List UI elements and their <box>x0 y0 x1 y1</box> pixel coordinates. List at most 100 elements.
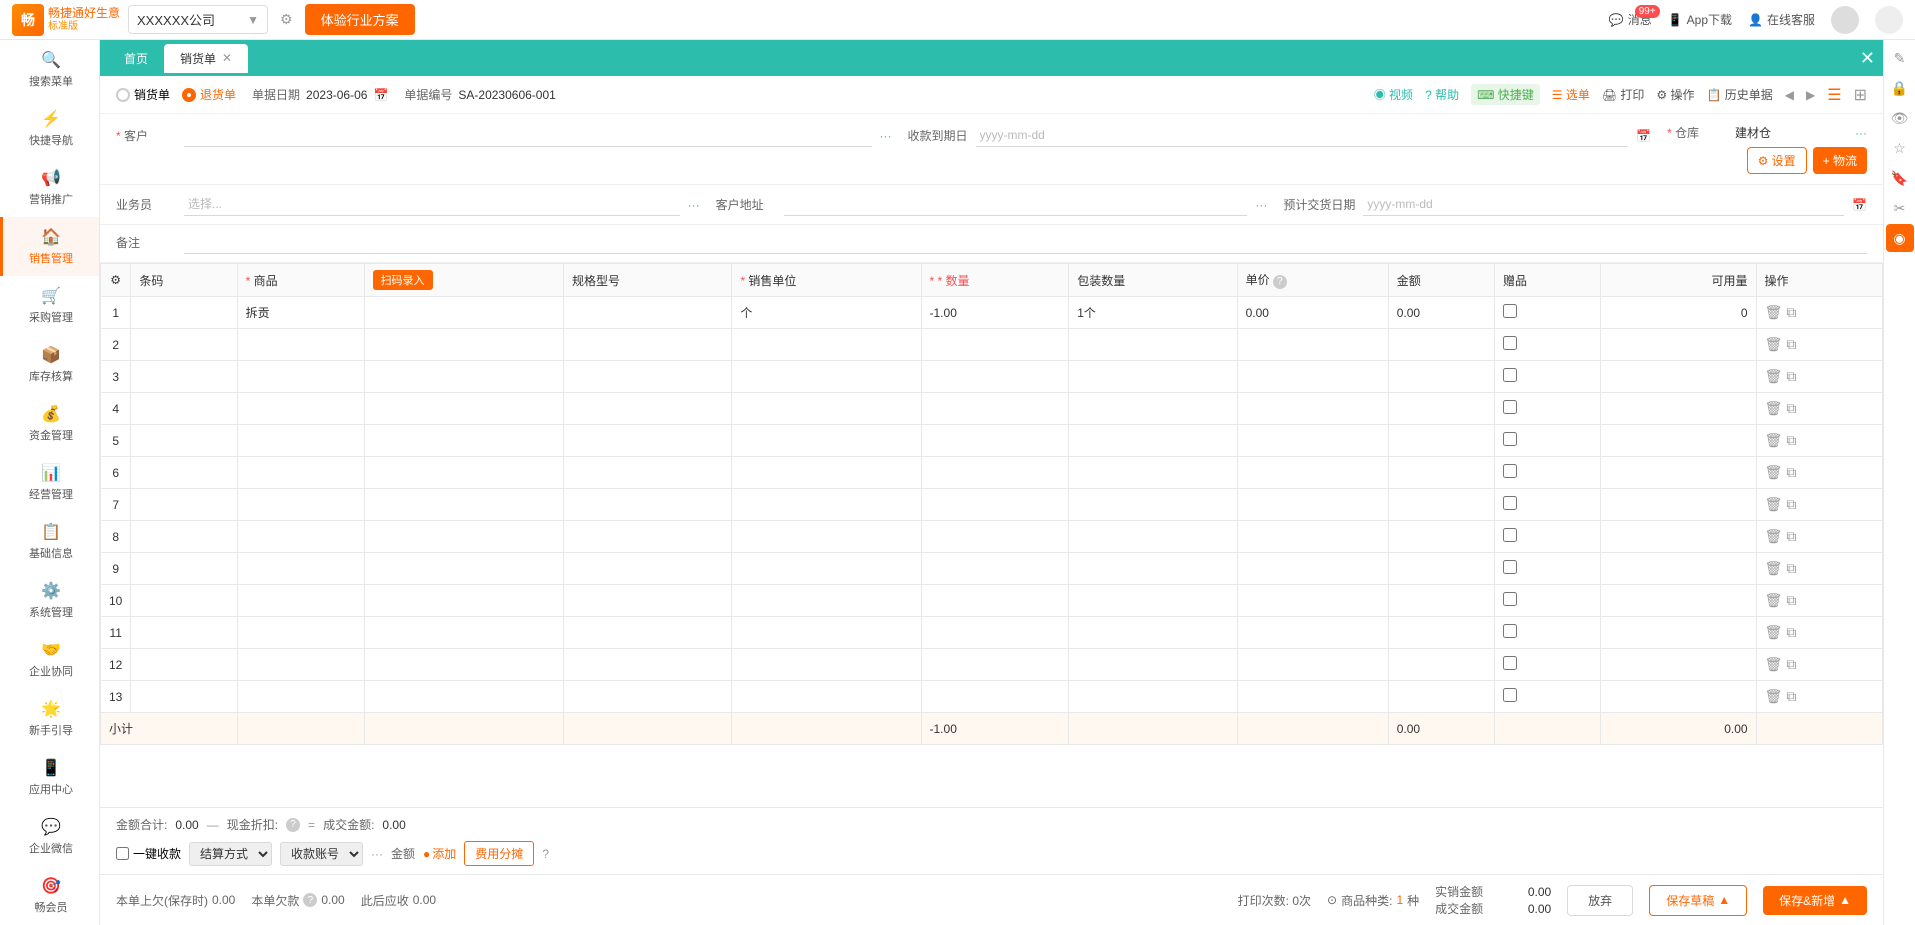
row-product[interactable] <box>237 617 364 649</box>
row-gift[interactable] <box>1494 297 1600 329</box>
expected-date-calendar-icon[interactable]: 📅 <box>1852 198 1867 212</box>
tab-close-icon[interactable]: ✕ <box>222 51 232 65</box>
row-product[interactable] <box>237 393 364 425</box>
row-amount[interactable] <box>1388 457 1494 489</box>
row-gift-checkbox[interactable] <box>1503 560 1517 574</box>
row-pkg-qty[interactable] <box>1069 681 1237 713</box>
row-price[interactable] <box>1237 425 1388 457</box>
row-amount[interactable] <box>1388 393 1494 425</box>
calc-method-select[interactable]: 结算方式 <box>189 842 272 866</box>
row-delete-button[interactable]: 🗑 <box>1765 400 1783 417</box>
row-delete-button[interactable]: 🗑 <box>1765 688 1783 705</box>
row-pkg-qty[interactable] <box>1069 617 1237 649</box>
row-copy-button[interactable]: ⧉ <box>1786 560 1796 577</box>
sidebar-item-system[interactable]: ⚙️ 系统管理 <box>0 571 99 630</box>
row-amount[interactable] <box>1388 585 1494 617</box>
sidebar-item-guide[interactable]: 🌟 新手引导 <box>0 689 99 748</box>
row-spec[interactable] <box>563 617 731 649</box>
row-copy-button[interactable]: ⧉ <box>1786 336 1796 353</box>
row-product[interactable] <box>237 457 364 489</box>
row-product[interactable] <box>237 361 364 393</box>
row-barcode[interactable] <box>131 329 237 361</box>
customer-addr-input[interactable] <box>784 193 1248 216</box>
row-copy-button[interactable]: ⧉ <box>1786 400 1796 417</box>
row-product[interactable] <box>237 329 364 361</box>
row-amount[interactable] <box>1388 617 1494 649</box>
row-price[interactable] <box>1237 489 1388 521</box>
row-pkg-qty[interactable] <box>1069 425 1237 457</box>
row-spec[interactable] <box>563 585 731 617</box>
due-date-calendar-icon[interactable]: 📅 <box>1636 129 1651 143</box>
discount-info-icon[interactable]: ? <box>286 818 300 832</box>
sidebar-item-inventory[interactable]: 📦 库存核算 <box>0 335 99 394</box>
row-delete-button[interactable]: 🗑 <box>1765 304 1783 321</box>
row-delete-button[interactable]: 🗑 <box>1765 368 1783 385</box>
row-quantity[interactable] <box>921 489 1069 521</box>
row-amount[interactable] <box>1388 681 1494 713</box>
row-unit[interactable] <box>732 521 921 553</box>
row-amount[interactable] <box>1388 361 1494 393</box>
row-unit[interactable] <box>732 553 921 585</box>
row-product[interactable] <box>237 521 364 553</box>
row-price[interactable] <box>1237 617 1388 649</box>
row-delete-button[interactable]: 🗑 <box>1765 560 1783 577</box>
save-button[interactable]: 保存&新增 ▲ <box>1763 886 1867 915</box>
view-list-icon[interactable]: ☰ <box>1827 85 1841 105</box>
row-gift[interactable] <box>1494 393 1600 425</box>
row-quantity[interactable] <box>921 521 1069 553</box>
row-barcode[interactable] <box>131 489 237 521</box>
row-gift[interactable] <box>1494 521 1600 553</box>
row-gift-checkbox[interactable] <box>1503 368 1517 382</box>
row-copy-button[interactable]: ⧉ <box>1786 624 1796 641</box>
row-spec[interactable] <box>563 553 731 585</box>
row-delete-button[interactable]: 🗑 <box>1765 592 1783 609</box>
row-gift[interactable] <box>1494 425 1600 457</box>
sidebar-item-apps[interactable]: 📱 应用中心 <box>0 748 99 807</box>
row-unit[interactable] <box>732 489 921 521</box>
row-quantity[interactable] <box>921 553 1069 585</box>
row-spec[interactable] <box>563 329 731 361</box>
sidebar-item-sales[interactable]: 🏠 销售管理 <box>0 217 99 276</box>
account-select[interactable]: 收款账号 <box>280 842 363 866</box>
row-price[interactable] <box>1237 553 1388 585</box>
row-amount[interactable] <box>1388 489 1494 521</box>
row-delete-button[interactable]: 🗑 <box>1765 496 1783 513</box>
settings-icon[interactable]: ⚙ <box>276 7 297 32</box>
row-barcode[interactable] <box>131 393 237 425</box>
row-barcode[interactable] <box>131 649 237 681</box>
row-unit[interactable] <box>732 361 921 393</box>
price-info-icon[interactable]: ? <box>1273 275 1287 289</box>
row-spec[interactable] <box>563 457 731 489</box>
customer-input[interactable] <box>184 124 872 147</box>
one-click-pay-input[interactable] <box>116 847 129 860</box>
row-copy-button[interactable]: ⧉ <box>1786 496 1796 513</box>
row-pkg-qty[interactable] <box>1069 393 1237 425</box>
row-spec[interactable] <box>563 361 731 393</box>
user-avatar[interactable] <box>1831 6 1859 34</box>
row-barcode[interactable] <box>131 361 237 393</box>
row-amount[interactable]: 0.00 <box>1388 297 1494 329</box>
row-delete-button[interactable]: 🗑 <box>1765 528 1783 545</box>
row-copy-button[interactable]: ⧉ <box>1786 368 1796 385</box>
row-gift-checkbox[interactable] <box>1503 688 1517 702</box>
sidebar-item-marketing[interactable]: 📢 营销推广 <box>0 158 99 217</box>
user-menu[interactable] <box>1875 6 1903 34</box>
date-calendar-icon[interactable]: 📅 <box>373 88 388 102</box>
scan-button[interactable]: 扫码录入 <box>373 270 433 290</box>
draft-button[interactable]: 保存草稿 ▲ <box>1649 885 1747 916</box>
row-copy-button[interactable]: ⧉ <box>1786 304 1796 321</box>
sidebar-item-quick-nav[interactable]: ⚡ 快捷导航 <box>0 99 99 158</box>
due-date-input[interactable] <box>976 124 1629 147</box>
side-action-bookmark[interactable]: 🔖 <box>1886 164 1914 192</box>
row-amount[interactable] <box>1388 553 1494 585</box>
row-barcode[interactable] <box>131 585 237 617</box>
row-quantity[interactable] <box>921 681 1069 713</box>
row-spec[interactable] <box>563 489 731 521</box>
row-copy-button[interactable]: ⧉ <box>1786 592 1796 609</box>
row-pkg-qty[interactable] <box>1069 489 1237 521</box>
row-barcode[interactable] <box>131 425 237 457</box>
row-amount[interactable] <box>1388 521 1494 553</box>
view-grid-icon[interactable]: ⊞ <box>1854 85 1867 105</box>
row-barcode[interactable] <box>131 553 237 585</box>
row-spec[interactable] <box>563 681 731 713</box>
